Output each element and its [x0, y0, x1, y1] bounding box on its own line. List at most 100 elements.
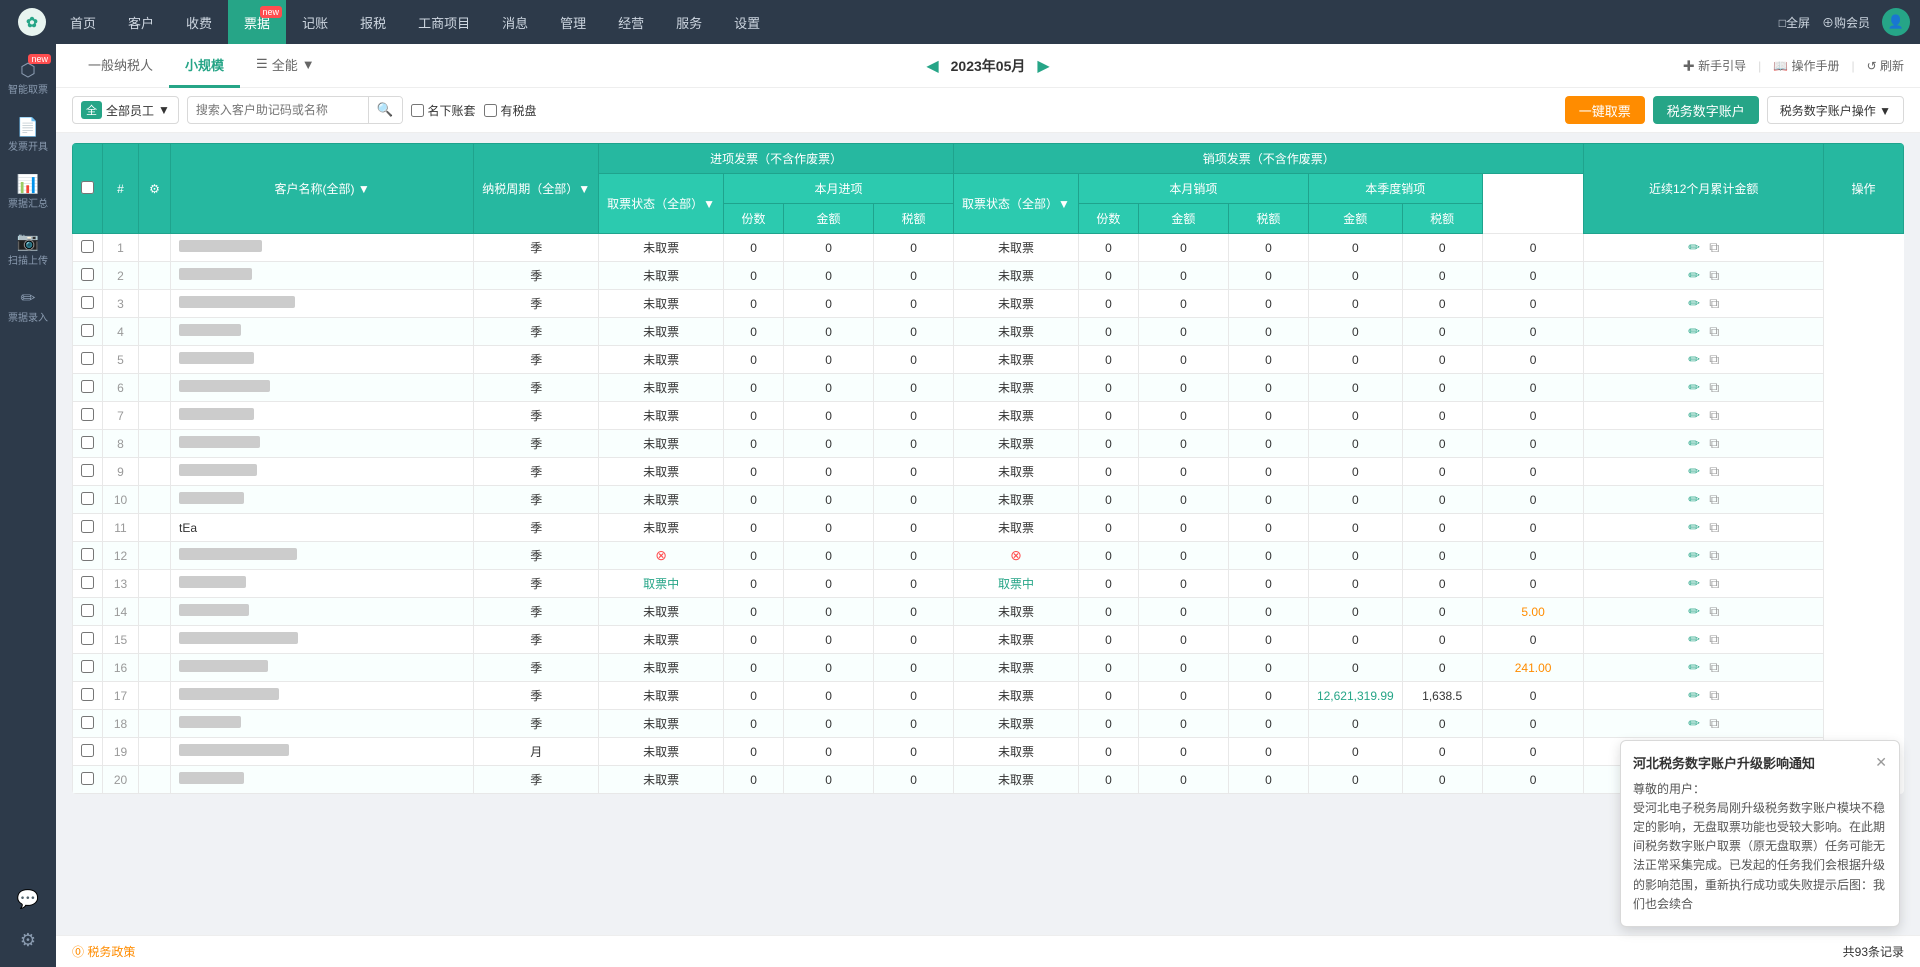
nav-fee[interactable]: 收费 — [170, 0, 228, 44]
checkbox-account[interactable]: 名下账套 — [411, 102, 476, 119]
edit-icon[interactable]: ✏ — [1688, 491, 1700, 507]
manual-btn[interactable]: 📖 操作手册 — [1773, 57, 1839, 74]
copy-icon[interactable]: ⧉ — [1709, 239, 1719, 255]
cell-check[interactable] — [73, 262, 103, 290]
edit-icon[interactable]: ✏ — [1688, 659, 1700, 675]
th-name[interactable]: 客户名称(全部) ▼ — [171, 144, 474, 234]
edit-icon[interactable]: ✏ — [1688, 407, 1700, 423]
nav-invoice[interactable]: 票据 new — [228, 0, 286, 44]
edit-icon[interactable]: ✏ — [1688, 715, 1700, 731]
row-checkbox[interactable] — [81, 464, 94, 477]
date-prev-btn[interactable]: ◀ — [926, 56, 938, 76]
cell-check[interactable] — [73, 402, 103, 430]
copy-icon[interactable]: ⧉ — [1709, 491, 1719, 507]
copy-icon[interactable]: ⧉ — [1709, 351, 1719, 367]
checkbox-taxdisk-input[interactable] — [484, 104, 497, 117]
cell-check[interactable] — [73, 626, 103, 654]
nav-client[interactable]: 客户 — [112, 0, 170, 44]
row-checkbox[interactable] — [81, 380, 94, 393]
edit-icon[interactable]: ✏ — [1688, 519, 1700, 535]
nav-bookkeeping[interactable]: 记账 — [286, 0, 344, 44]
popup-close-btn[interactable]: ✕ — [1875, 754, 1887, 771]
copy-icon[interactable]: ⧉ — [1709, 631, 1719, 647]
user-avatar[interactable]: 👤 — [1882, 8, 1910, 36]
cell-check[interactable] — [73, 430, 103, 458]
row-checkbox[interactable] — [81, 268, 94, 281]
cell-check[interactable] — [73, 598, 103, 626]
cell-check[interactable] — [73, 234, 103, 262]
cell-check[interactable] — [73, 318, 103, 346]
shuiwu-digital-btn[interactable]: 税务数字账户 — [1653, 96, 1759, 124]
th-status-out[interactable]: 取票状态（全部）▼ — [954, 174, 1079, 234]
copy-icon[interactable]: ⧉ — [1709, 519, 1719, 535]
row-checkbox[interactable] — [81, 632, 94, 645]
fullscreen-btn[interactable]: □全屏 — [1779, 14, 1810, 31]
row-checkbox[interactable] — [81, 548, 94, 561]
copy-icon[interactable]: ⧉ — [1709, 463, 1719, 479]
copy-icon[interactable]: ⧉ — [1709, 715, 1719, 731]
copy-icon[interactable]: ⧉ — [1709, 435, 1719, 451]
edit-icon[interactable]: ✏ — [1688, 435, 1700, 451]
row-checkbox[interactable] — [81, 772, 94, 785]
nav-business[interactable]: 工商项目 — [402, 0, 486, 44]
sidebar-item-intelligent-invoice[interactable]: ⬡ 智能取票 new — [3, 52, 53, 105]
cell-check[interactable] — [73, 486, 103, 514]
cell-check[interactable] — [73, 654, 103, 682]
copy-icon[interactable]: ⧉ — [1709, 659, 1719, 675]
copy-icon[interactable]: ⧉ — [1709, 603, 1719, 619]
cell-check[interactable] — [73, 374, 103, 402]
tab-small-scale[interactable]: 小规模 — [169, 44, 240, 88]
row-checkbox[interactable] — [81, 688, 94, 701]
employee-select[interactable]: 全 全部员工 ▼ — [72, 96, 179, 124]
row-checkbox[interactable] — [81, 576, 94, 589]
cell-check[interactable] — [73, 570, 103, 598]
row-checkbox[interactable] — [81, 436, 94, 449]
tab-all[interactable]: ☰ 全能 ▼ — [240, 44, 331, 88]
sidebar-item-invoice-summary[interactable]: 📊 票据汇总 — [3, 166, 53, 219]
nav-message[interactable]: 消息 — [486, 0, 544, 44]
row-checkbox[interactable] — [81, 324, 94, 337]
nav-service[interactable]: 服务 — [660, 0, 718, 44]
sidebar-item-invoice-entry[interactable]: ✏ 票据录入 — [3, 280, 53, 333]
caozuo-btn[interactable]: 税务数字账户操作 ▼ — [1767, 96, 1904, 124]
nav-settings[interactable]: 设置 — [718, 0, 776, 44]
copy-icon[interactable]: ⧉ — [1709, 575, 1719, 591]
cell-check[interactable] — [73, 458, 103, 486]
nav-home[interactable]: 首页 — [54, 0, 112, 44]
cell-check[interactable] — [73, 346, 103, 374]
nav-tax[interactable]: 报税 — [344, 0, 402, 44]
cell-check[interactable] — [73, 682, 103, 710]
cell-check[interactable] — [73, 290, 103, 318]
tax-policy-link[interactable]: ⓪ 税务政策 — [72, 943, 135, 960]
cell-check[interactable] — [73, 738, 103, 766]
th-status-in[interactable]: 取票状态（全部）▼ — [599, 174, 724, 234]
edit-icon[interactable]: ✏ — [1688, 323, 1700, 339]
edit-icon[interactable]: ✏ — [1688, 267, 1700, 283]
copy-icon[interactable]: ⧉ — [1709, 407, 1719, 423]
search-input[interactable] — [188, 103, 368, 117]
copy-icon[interactable]: ⧉ — [1709, 547, 1719, 563]
row-checkbox[interactable] — [81, 744, 94, 757]
edit-icon[interactable]: ✏ — [1688, 239, 1700, 255]
copy-icon[interactable]: ⧉ — [1709, 323, 1719, 339]
row-checkbox[interactable] — [81, 660, 94, 673]
member-btn[interactable]: ⊕购会员 — [1822, 14, 1870, 31]
refresh-btn[interactable]: ↺ 刷新 — [1867, 57, 1904, 74]
row-checkbox[interactable] — [81, 520, 94, 533]
edit-icon[interactable]: ✏ — [1688, 575, 1700, 591]
row-checkbox[interactable] — [81, 492, 94, 505]
nav-manage[interactable]: 管理 — [544, 0, 602, 44]
edit-icon[interactable]: ✏ — [1688, 295, 1700, 311]
edit-icon[interactable]: ✏ — [1688, 687, 1700, 703]
row-checkbox[interactable] — [81, 604, 94, 617]
search-button[interactable]: 🔍 — [368, 97, 402, 123]
row-checkbox[interactable] — [81, 408, 94, 421]
copy-icon[interactable]: ⧉ — [1709, 267, 1719, 283]
edit-icon[interactable]: ✏ — [1688, 351, 1700, 367]
tab-general-taxpayer[interactable]: 一般纳税人 — [72, 44, 169, 88]
copy-icon[interactable]: ⧉ — [1709, 295, 1719, 311]
edit-icon[interactable]: ✏ — [1688, 379, 1700, 395]
copy-icon[interactable]: ⧉ — [1709, 379, 1719, 395]
cell-check[interactable] — [73, 766, 103, 794]
edit-icon[interactable]: ✏ — [1688, 631, 1700, 647]
